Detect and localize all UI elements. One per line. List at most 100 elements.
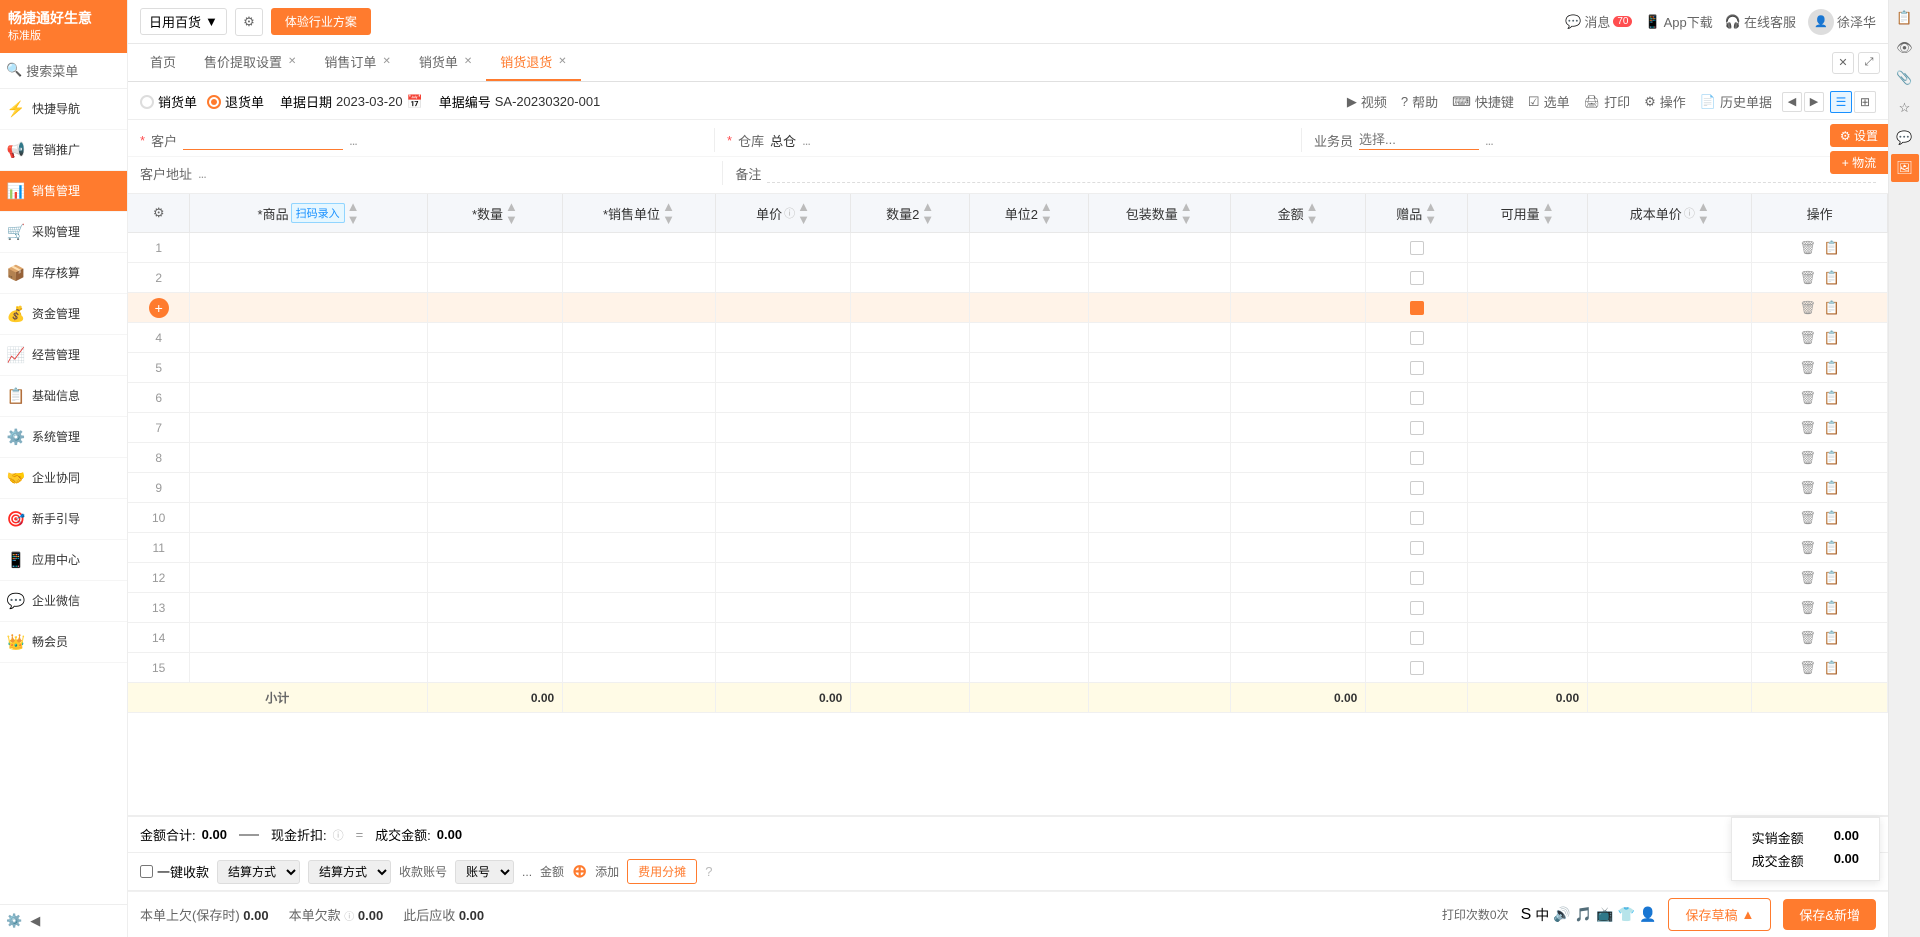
sales-unit-cell[interactable] xyxy=(563,293,716,323)
delete-row-button[interactable]: 🗑 xyxy=(1798,628,1818,648)
save-new-button[interactable]: 保存&新增 xyxy=(1783,899,1876,930)
gift-cell[interactable] xyxy=(1366,413,1468,443)
sales-unit-cell[interactable] xyxy=(563,623,716,653)
gift-cell[interactable] xyxy=(1366,563,1468,593)
cost-unit-cell[interactable] xyxy=(1588,653,1752,683)
save-draft-button[interactable]: 保存草稿 ▲ xyxy=(1668,898,1771,931)
cost-unit-cell[interactable] xyxy=(1588,383,1752,413)
gift-cell[interactable] xyxy=(1366,503,1468,533)
sidebar-item-purchase[interactable]: 🛒 采购管理 xyxy=(0,212,127,253)
sidebar-item-operations[interactable]: 📈 经营管理 xyxy=(0,335,127,376)
copy-row-button[interactable]: 📋 xyxy=(1822,238,1842,258)
gift-checkbox[interactable] xyxy=(1410,451,1424,465)
amount-cell[interactable] xyxy=(1230,353,1366,383)
tab-sales-return[interactable]: 销货退货 ✕ xyxy=(486,44,580,81)
unit-price-cell[interactable] xyxy=(715,623,851,653)
sales-unit-cell[interactable] xyxy=(563,383,716,413)
quantity-cell[interactable] xyxy=(427,473,563,503)
customer-dots-button[interactable]: ... xyxy=(349,133,357,148)
cost-unit-cell[interactable] xyxy=(1588,233,1752,263)
unit-price-cell[interactable] xyxy=(715,413,851,443)
copy-row-button[interactable]: 📋 xyxy=(1822,658,1842,678)
taskbar-icon-2[interactable]: 中 xyxy=(1535,905,1549,925)
unit-price-cell[interactable] xyxy=(715,323,851,353)
cost-sort-arrows[interactable]: ▲▼ xyxy=(1697,200,1710,226)
pack-qty-cell[interactable] xyxy=(1088,353,1230,383)
amount-cell[interactable] xyxy=(1230,503,1366,533)
gift-checkbox[interactable] xyxy=(1410,271,1424,285)
gift-checkbox[interactable] xyxy=(1410,391,1424,405)
available-cell[interactable] xyxy=(1468,623,1588,653)
history-action[interactable]: 📄 历史单据 xyxy=(1696,90,1776,113)
gift-cell[interactable] xyxy=(1366,623,1468,653)
right-panel-btn-1[interactable]: 📋 xyxy=(1891,4,1919,32)
unit-price-cell[interactable] xyxy=(715,473,851,503)
product-cell[interactable] xyxy=(190,353,427,383)
pack-sort-arrows[interactable]: ▲▼ xyxy=(1180,200,1193,226)
delete-row-button[interactable]: 🗑 xyxy=(1798,508,1818,528)
tab-price-extract[interactable]: 售价提取设置 ✕ xyxy=(190,44,310,81)
prev-record-button[interactable]: ◀ xyxy=(1782,92,1802,112)
gift-checkbox[interactable] xyxy=(1410,421,1424,435)
available-cell[interactable] xyxy=(1468,563,1588,593)
unit2-cell[interactable] xyxy=(969,533,1088,563)
copy-row-button[interactable]: 📋 xyxy=(1822,388,1842,408)
sidebar-item-enterprise-wechat[interactable]: 💬 企业微信 xyxy=(0,581,127,622)
right-panel-btn-4[interactable]: ☆ xyxy=(1891,94,1919,122)
quantity-cell[interactable] xyxy=(427,623,563,653)
quantity-cell[interactable] xyxy=(427,233,563,263)
quantity-cell[interactable] xyxy=(427,503,563,533)
sidebar-item-marketing[interactable]: 📢 营销推广 xyxy=(0,130,127,171)
delete-row-button[interactable]: 🗑 xyxy=(1798,298,1818,318)
close-all-tabs-button[interactable]: ✕ xyxy=(1832,52,1854,74)
amount-cell[interactable] xyxy=(1230,623,1366,653)
sidebar-item-inventory[interactable]: 📦 库存核算 xyxy=(0,253,127,294)
cost-unit-cell[interactable] xyxy=(1588,503,1752,533)
gift-cell[interactable] xyxy=(1366,353,1468,383)
calc-sub-select[interactable]: 结算方式 xyxy=(308,860,391,884)
qty2-cell[interactable] xyxy=(851,503,970,533)
qty2-sort-arrows[interactable]: ▲▼ xyxy=(921,200,934,226)
gift-checkbox[interactable] xyxy=(1410,571,1424,585)
qty2-cell[interactable] xyxy=(851,353,970,383)
pack-qty-cell[interactable] xyxy=(1088,443,1230,473)
user-profile[interactable]: 👤 徐泽华 xyxy=(1808,9,1876,35)
copy-row-button[interactable]: 📋 xyxy=(1822,298,1842,318)
add-row-button[interactable]: + xyxy=(149,298,169,318)
qty2-cell[interactable] xyxy=(851,263,970,293)
help-action[interactable]: ? 帮助 xyxy=(1397,90,1442,113)
unit-price-cell[interactable] xyxy=(715,293,851,323)
gift-cell[interactable] xyxy=(1366,533,1468,563)
product-cell[interactable] xyxy=(190,443,427,473)
amount-cell[interactable] xyxy=(1230,653,1366,683)
unit2-cell[interactable] xyxy=(969,563,1088,593)
product-cell[interactable] xyxy=(190,653,427,683)
print-action[interactable]: 🖨 打印 xyxy=(1580,90,1635,113)
collapse-icon[interactable]: ◀ xyxy=(30,913,40,929)
delete-row-button[interactable]: 🗑 xyxy=(1798,478,1818,498)
copy-row-button[interactable]: 📋 xyxy=(1822,598,1842,618)
amount-cell[interactable] xyxy=(1230,593,1366,623)
pack-qty-cell[interactable] xyxy=(1088,503,1230,533)
qty2-cell[interactable] xyxy=(851,473,970,503)
amount-cell[interactable] xyxy=(1230,323,1366,353)
gift-cell[interactable] xyxy=(1366,383,1468,413)
delete-row-button[interactable]: 🗑 xyxy=(1798,538,1818,558)
product-cell[interactable] xyxy=(190,533,427,563)
copy-row-button[interactable]: 📋 xyxy=(1822,568,1842,588)
unit2-cell[interactable] xyxy=(969,623,1088,653)
gift-cell[interactable] xyxy=(1366,263,1468,293)
calc-method-select[interactable]: 结算方式 xyxy=(217,860,300,884)
pack-qty-cell[interactable] xyxy=(1088,263,1230,293)
sales-unit-cell[interactable] xyxy=(563,323,716,353)
sales-unit-cell[interactable] xyxy=(563,443,716,473)
settings-button[interactable]: ⚙ 设置 xyxy=(1830,124,1888,147)
staff-input[interactable] xyxy=(1359,130,1479,150)
product-cell[interactable] xyxy=(190,593,427,623)
quantity-cell[interactable] xyxy=(427,413,563,443)
unit2-cell[interactable] xyxy=(969,263,1088,293)
qty2-cell[interactable] xyxy=(851,323,970,353)
right-panel-btn-3[interactable]: 📎 xyxy=(1891,64,1919,92)
tab-close-price[interactable]: ✕ xyxy=(288,56,296,67)
delete-row-button[interactable]: 🗑 xyxy=(1798,598,1818,618)
